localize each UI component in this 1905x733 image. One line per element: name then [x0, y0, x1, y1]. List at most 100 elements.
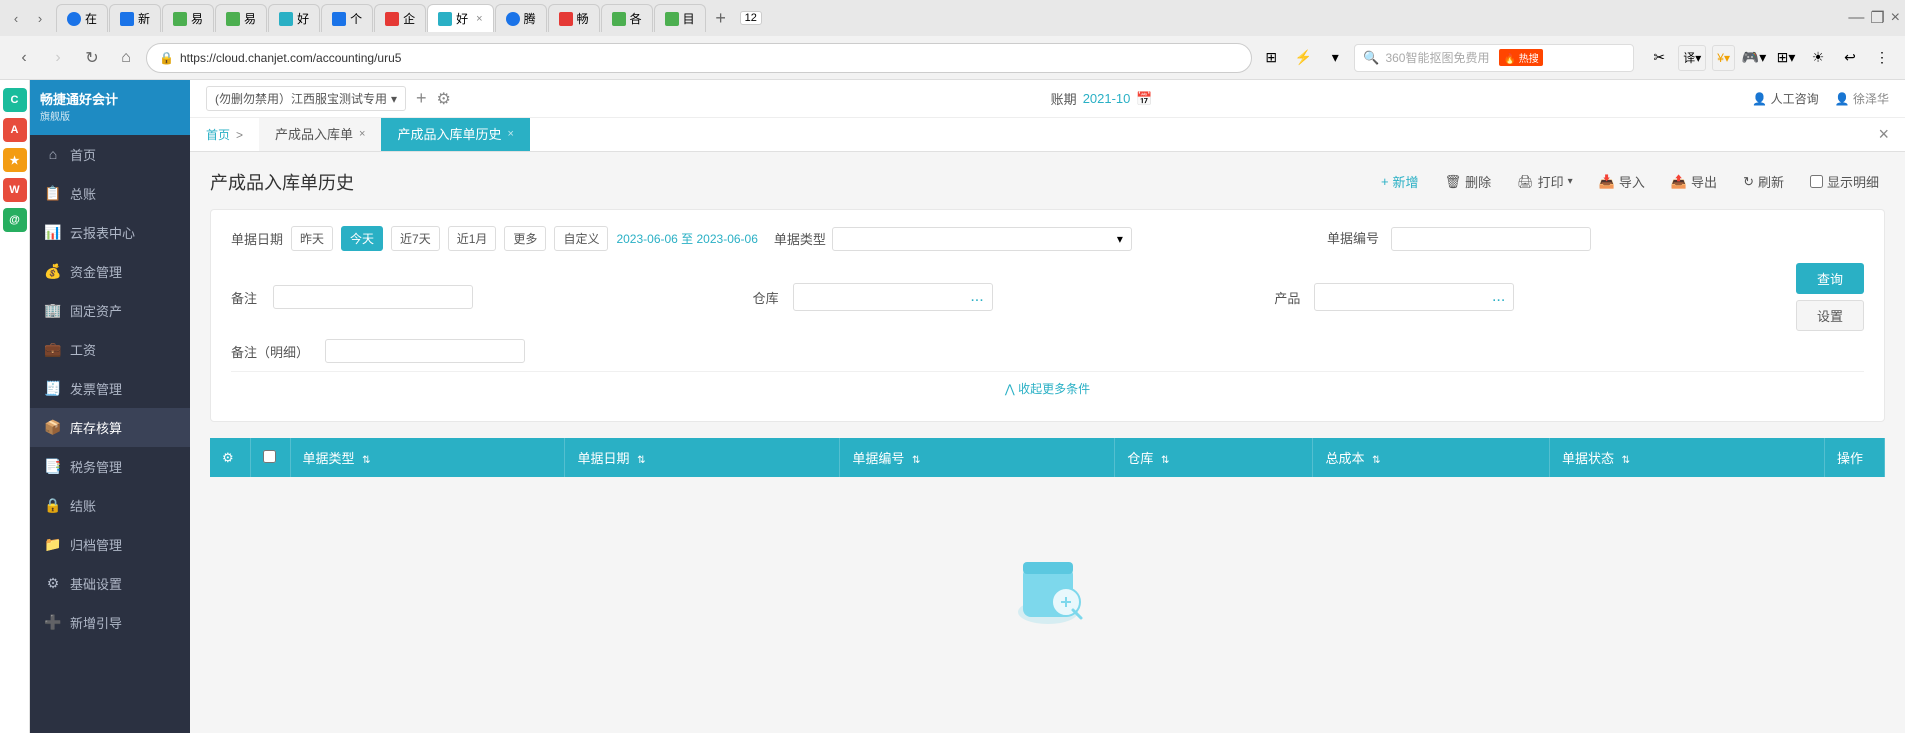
remark-input[interactable] — [273, 285, 473, 309]
yesterday-btn[interactable]: 昨天 — [291, 226, 333, 251]
tax-icon: 📑 — [44, 458, 62, 475]
grid-btn[interactable]: ⊞ — [1258, 45, 1284, 71]
table-col-gear[interactable]: ⚙ — [210, 438, 250, 477]
sidebar-item-invoice[interactable]: 🧾 发票管理 — [30, 369, 190, 408]
window-maximize[interactable]: ❐ — [1870, 8, 1884, 28]
page-tab-list[interactable]: 产成品入库单 × — [259, 118, 381, 151]
tab-8-active[interactable]: 好 × — [427, 4, 493, 32]
app-icon-3[interactable]: ★ — [3, 148, 27, 172]
more-btn[interactable]: 更多 — [504, 226, 546, 251]
table-col-status[interactable]: 单据状态 ⇅ — [1550, 438, 1825, 477]
more-settings[interactable]: ⋮ — [1869, 45, 1895, 71]
app-icon-1[interactable]: C — [3, 88, 27, 112]
tab-6[interactable]: 个 — [321, 4, 373, 32]
page-tab-history[interactable]: 产成品入库单历史 × — [381, 118, 529, 151]
table-col-total-cost[interactable]: 总成本 ⇅ — [1313, 438, 1550, 477]
sidebar-item-settings[interactable]: ⚙ 基础设置 — [30, 564, 190, 603]
window-minimize[interactable]: — — [1848, 9, 1864, 27]
dropdown-btn[interactable]: ▾ — [1322, 45, 1348, 71]
delete-btn[interactable]: 🗑 删除 — [1439, 168, 1498, 195]
custom-btn[interactable]: 自定义 — [554, 226, 608, 251]
last7days-btn[interactable]: 近7天 — [391, 226, 440, 251]
calendar-icon[interactable]: 📅 — [1136, 91, 1152, 107]
table-col-warehouse[interactable]: 仓库 ⇅ — [1115, 438, 1313, 477]
app-icon-4[interactable]: W — [3, 178, 27, 202]
add-account-btn[interactable]: + — [416, 88, 427, 109]
tab-2[interactable]: 新 — [109, 4, 161, 32]
sidebar-item-reports[interactable]: 📊 云报表中心 — [30, 213, 190, 252]
page-tab-list-close[interactable]: × — [359, 128, 365, 140]
sidebar-item-funds[interactable]: 💰 资金管理 — [30, 252, 190, 291]
scissors-ext[interactable]: ✂ — [1646, 45, 1672, 71]
today-btn[interactable]: 今天 — [341, 226, 383, 251]
tab-close-8[interactable]: × — [476, 13, 482, 25]
header-top: (勿删勿禁用）江西服宝测试专用 ▾ + ⚙ 账期 2021-10 📅 👤 人工咨… — [190, 80, 1905, 118]
warehouse-select-btn[interactable]: ... — [793, 283, 993, 311]
page-tab-history-close[interactable]: × — [508, 128, 514, 140]
sidebar-item-assets[interactable]: 🏢 固定资产 — [30, 291, 190, 330]
tab-11[interactable]: 各 — [601, 4, 653, 32]
type-select-dropdown[interactable]: ▾ — [832, 227, 1132, 251]
export-btn[interactable]: 📤 导出 — [1665, 168, 1723, 195]
lightning-btn[interactable]: ⚡ — [1290, 45, 1316, 71]
browser-back-btn[interactable]: ‹ — [5, 7, 27, 29]
table-col-checkbox[interactable] — [250, 438, 290, 477]
print-btn[interactable]: 🖨 打印 ▾ — [1511, 168, 1579, 195]
product-select-btn[interactable]: ... — [1314, 283, 1514, 311]
settings-btn[interactable]: 设置 — [1796, 300, 1864, 331]
tab-3[interactable]: 易 — [162, 4, 214, 32]
sun-ext[interactable]: ☀ — [1805, 45, 1831, 71]
query-btn[interactable]: 查询 — [1796, 263, 1864, 294]
tab-7[interactable]: 企 — [374, 4, 426, 32]
nav-back-btn[interactable]: ‹ — [10, 44, 38, 72]
sidebar-item-archive[interactable]: 📁 归档管理 — [30, 525, 190, 564]
company-name: (勿删勿禁用）江西服宝测试专用 — [215, 90, 387, 107]
select-all-checkbox[interactable] — [263, 450, 276, 463]
table-col-type[interactable]: 单据类型 ⇅ — [290, 438, 565, 477]
panel-close-btn[interactable]: × — [1862, 118, 1905, 151]
undo-ext[interactable]: ↩ — [1837, 45, 1863, 71]
settings-gear-btn[interactable]: ⚙ — [437, 89, 451, 109]
sidebar-item-home[interactable]: ⌂ 首页 — [30, 135, 190, 174]
collapse-btn[interactable]: ⋀ 收起更多条件 — [1005, 382, 1090, 396]
tab-10[interactable]: 畅 — [548, 4, 600, 32]
company-selector[interactable]: (勿删勿禁用）江西服宝测试专用 ▾ — [206, 86, 406, 111]
grid-ext[interactable]: ⊞▾ — [1773, 45, 1799, 71]
new-btn[interactable]: + 新增 — [1375, 168, 1425, 195]
display-detail-btn[interactable]: 显示明细 — [1804, 168, 1885, 195]
refresh-btn[interactable]: ↻ 刷新 — [1737, 168, 1790, 195]
address-bar[interactable]: 🔒 https://cloud.chanjet.com/accounting/u… — [146, 43, 1252, 73]
nav-forward-btn[interactable]: › — [44, 44, 72, 72]
sidebar-item-salary[interactable]: 💼 工资 — [30, 330, 190, 369]
detail-remark-input[interactable] — [325, 339, 525, 363]
import-btn[interactable]: 📥 导入 — [1593, 168, 1651, 195]
tab-9[interactable]: 腾 — [495, 4, 547, 32]
table-col-date[interactable]: 单据日期 ⇅ — [565, 438, 840, 477]
last-month-btn[interactable]: 近1月 — [448, 226, 497, 251]
sidebar-item-closing[interactable]: 🔒 结账 — [30, 486, 190, 525]
sidebar-item-inventory[interactable]: 📦 库存核算 — [30, 408, 190, 447]
tab-1[interactable]: 在 — [56, 4, 108, 32]
app-icon-5[interactable]: @ — [3, 208, 27, 232]
tab-4[interactable]: 易 — [215, 4, 267, 32]
app-icon-2[interactable]: A — [3, 118, 27, 142]
refresh-btn[interactable]: ↻ — [78, 44, 106, 72]
number-input[interactable] — [1391, 227, 1591, 251]
sidebar-item-general[interactable]: 📋 总账 — [30, 174, 190, 213]
home-btn[interactable]: ⌂ — [112, 44, 140, 72]
translate-ext[interactable]: 译▾ — [1678, 45, 1706, 71]
sidebar-item-new[interactable]: ➕ 新增引导 — [30, 603, 190, 642]
sidebar-item-tax[interactable]: 📑 税务管理 — [30, 447, 190, 486]
table-col-number[interactable]: 单据编号 ⇅ — [840, 438, 1115, 477]
tab-add-btn[interactable]: + — [707, 4, 735, 32]
type-selector: 单据类型 ▾ — [774, 227, 1311, 251]
browser-forward-btn[interactable]: › — [29, 7, 51, 29]
gamepad-ext[interactable]: 🎮▾ — [1741, 45, 1767, 71]
tab-5[interactable]: 好 — [268, 4, 320, 32]
rmb-ext[interactable]: ¥▾ — [1712, 45, 1735, 71]
window-close[interactable]: × — [1891, 9, 1900, 27]
breadcrumb-home[interactable]: 首页 — [206, 126, 230, 143]
user-service-btn[interactable]: 👤 人工咨询 — [1752, 90, 1818, 107]
display-detail-checkbox[interactable] — [1810, 175, 1823, 188]
tab-12[interactable]: 目 — [654, 4, 706, 32]
